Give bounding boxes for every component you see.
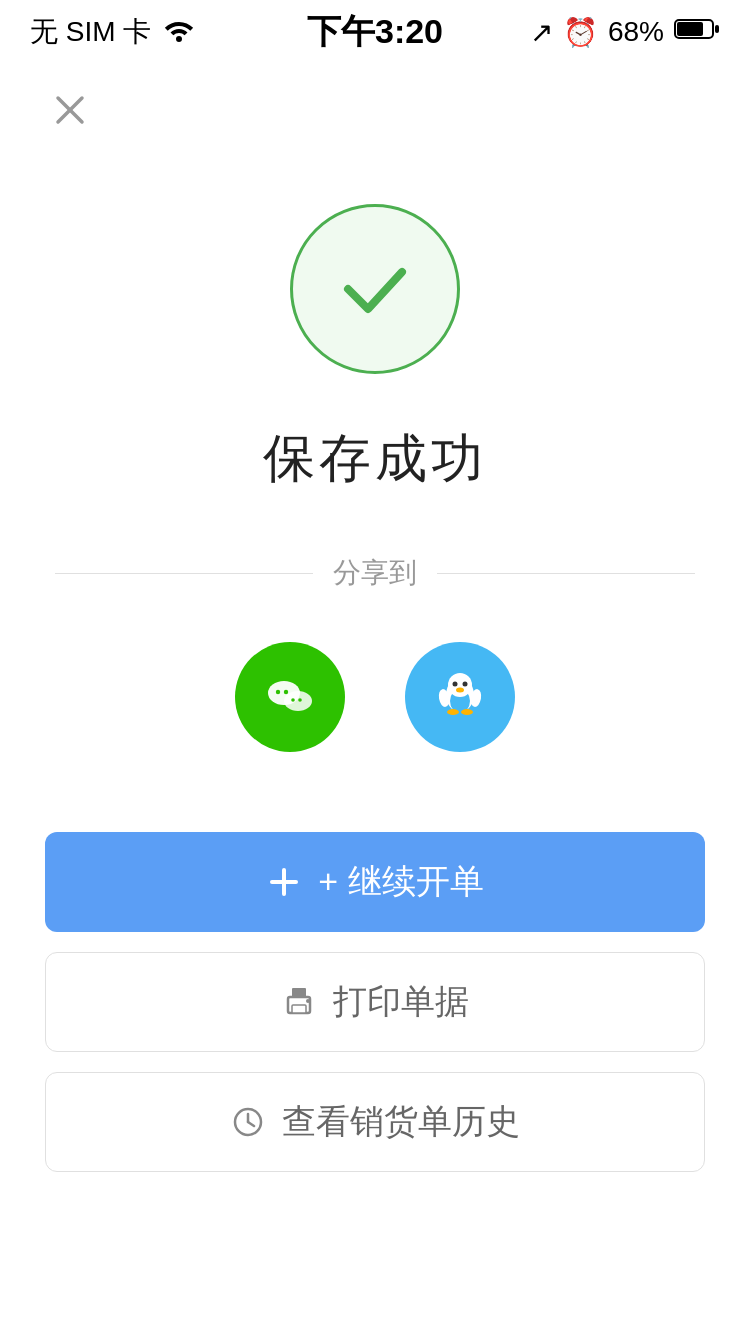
svg-point-10 — [298, 698, 302, 702]
divider-line-right — [437, 573, 695, 574]
battery-icon — [674, 16, 720, 48]
svg-point-15 — [463, 682, 468, 687]
print-icon — [281, 984, 317, 1020]
share-divider: 分享到 — [55, 554, 695, 592]
plus-icon — [266, 864, 302, 900]
svg-point-17 — [447, 709, 459, 715]
print-button[interactable]: 打印单据 — [45, 952, 705, 1052]
action-buttons: + 继续开单 打印单据 查看销货单历史 — [45, 832, 705, 1172]
continue-button[interactable]: + 继续开单 — [45, 832, 705, 932]
svg-rect-25 — [292, 1005, 306, 1013]
svg-rect-24 — [292, 988, 306, 998]
svg-point-6 — [284, 691, 312, 711]
share-label: 分享到 — [333, 554, 417, 592]
svg-rect-2 — [715, 25, 719, 33]
svg-line-29 — [248, 1122, 254, 1126]
svg-point-18 — [461, 709, 473, 715]
status-time: 下午3:20 — [307, 9, 443, 55]
svg-point-9 — [291, 698, 295, 702]
share-icons-row — [235, 642, 515, 752]
wifi-icon — [161, 16, 197, 49]
status-right: ↗ ⏰ 68% — [530, 16, 720, 49]
divider-line-left — [55, 573, 313, 574]
success-icon-circle — [290, 204, 460, 374]
svg-point-14 — [453, 682, 458, 687]
svg-point-13 — [448, 673, 472, 697]
wechat-share-button[interactable] — [235, 642, 345, 752]
status-left: 无 SIM 卡 — [30, 13, 197, 51]
location-icon: ↗ — [530, 16, 553, 49]
status-bar: 无 SIM 卡 下午3:20 ↗ ⏰ 68% — [0, 0, 750, 64]
continue-label: + 继续开单 — [318, 859, 483, 905]
no-sim-text: 无 SIM 卡 — [30, 13, 151, 51]
main-content: 保存成功 分享到 — [0, 64, 750, 1172]
qq-share-button[interactable] — [405, 642, 515, 752]
svg-point-8 — [284, 690, 288, 694]
alarm-icon: ⏰ — [563, 16, 598, 49]
history-icon — [230, 1104, 266, 1140]
svg-point-7 — [276, 690, 280, 694]
close-button[interactable] — [40, 80, 100, 140]
success-title: 保存成功 — [263, 424, 487, 494]
history-label: 查看销货单历史 — [282, 1099, 520, 1145]
svg-point-26 — [306, 999, 310, 1003]
svg-rect-1 — [677, 22, 703, 36]
print-label: 打印单据 — [333, 979, 469, 1025]
svg-point-16 — [456, 688, 464, 693]
battery-percent: 68% — [608, 16, 664, 48]
history-button[interactable]: 查看销货单历史 — [45, 1072, 705, 1172]
